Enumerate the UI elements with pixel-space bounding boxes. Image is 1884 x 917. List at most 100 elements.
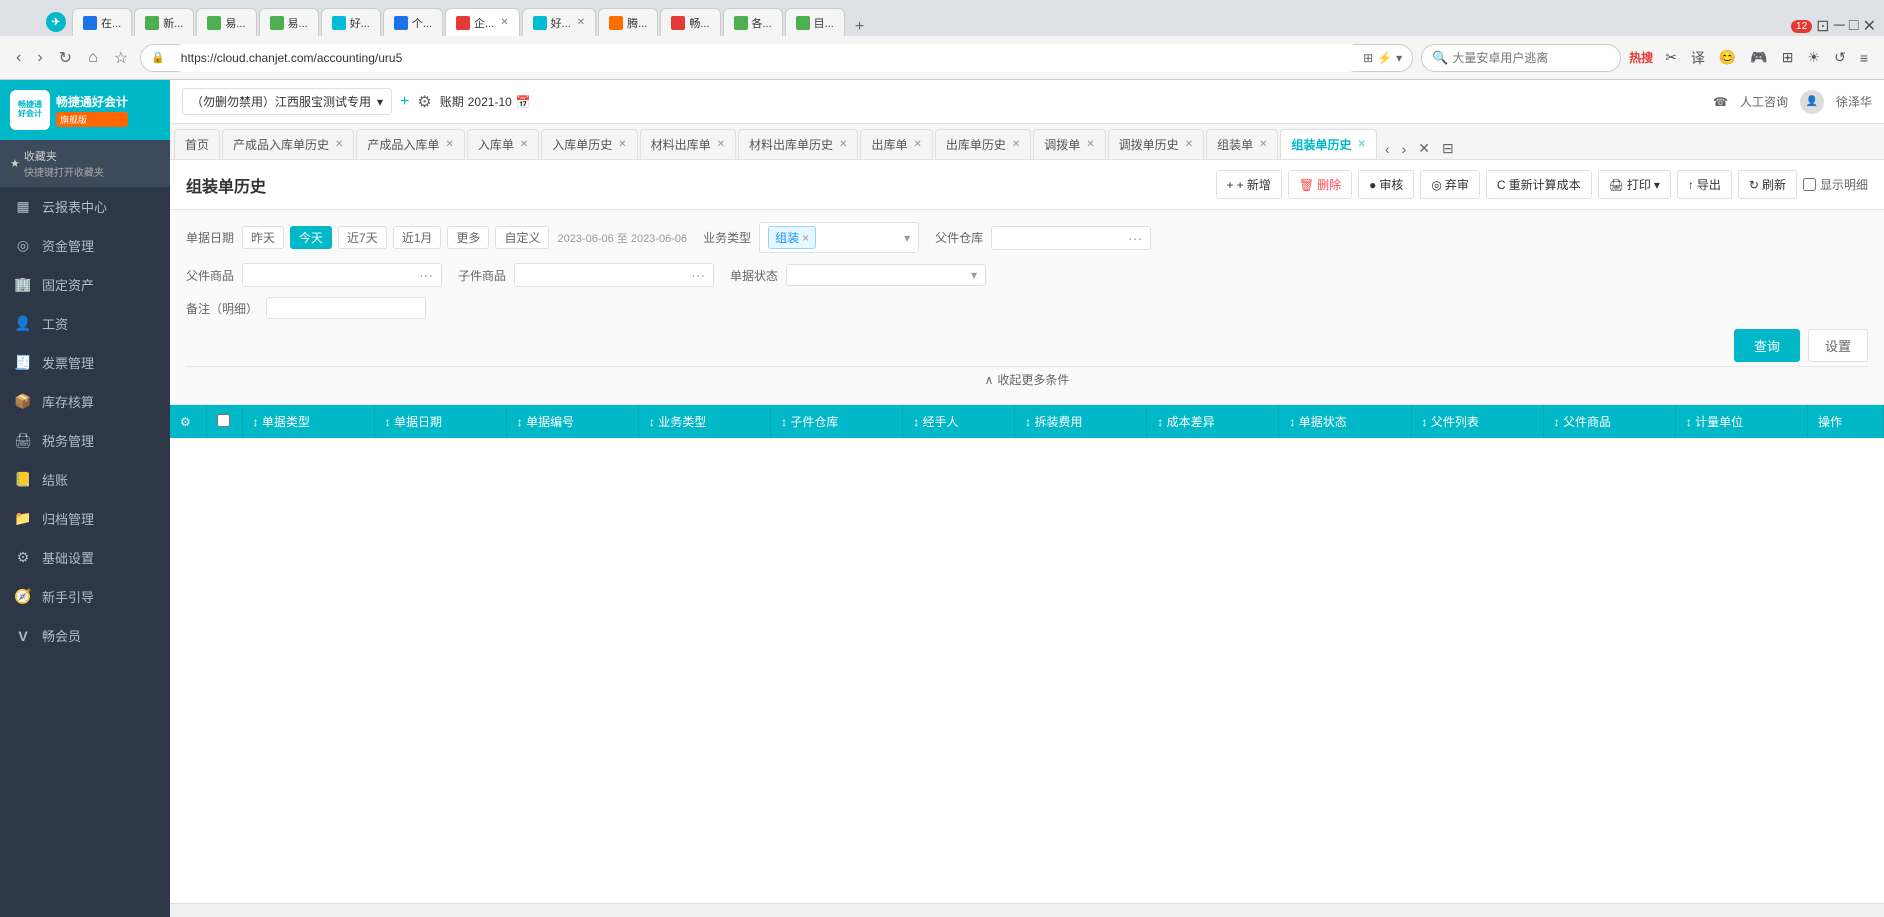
- th-checkbox[interactable]: [206, 405, 242, 438]
- tab-close-8[interactable]: ✕: [577, 17, 585, 28]
- page-tab-inbound-history[interactable]: 入库单历史 ✕: [541, 129, 637, 159]
- th-parent-list[interactable]: ↕ 父件列表: [1411, 405, 1543, 438]
- forward-button[interactable]: ›: [33, 45, 46, 71]
- th-handler[interactable]: ↕ 经手人: [903, 405, 1015, 438]
- display-detail-checkbox[interactable]: [1803, 178, 1816, 191]
- recalculate-button[interactable]: C 重新计算成本: [1486, 170, 1592, 199]
- custom-date-button[interactable]: 自定义: [495, 226, 549, 249]
- export-button[interactable]: ↑ 导出: [1677, 170, 1732, 199]
- page-tab-close-finished-history[interactable]: ✕: [335, 139, 343, 150]
- browser-tab-2[interactable]: 新...: [134, 8, 194, 36]
- tab-close-current-button[interactable]: ✕: [1412, 138, 1436, 159]
- browser-tab-3[interactable]: 易...: [196, 8, 256, 36]
- boost-icon[interactable]: ⚡: [1377, 51, 1392, 65]
- page-tab-close-outbound[interactable]: ✕: [913, 139, 921, 150]
- abandon-button[interactable]: ◎ 弃审: [1420, 170, 1480, 199]
- audit-button[interactable]: ● 审核: [1358, 170, 1414, 199]
- page-tab-close-assemble[interactable]: ✕: [1259, 139, 1267, 150]
- page-tab-close-finished[interactable]: ✕: [445, 139, 453, 150]
- select-all-checkbox[interactable]: [217, 414, 230, 427]
- user-label[interactable]: 徐泽华: [1836, 93, 1872, 110]
- page-tab-outbound[interactable]: 出库单 ✕: [860, 129, 932, 159]
- maximize-button[interactable]: □: [1849, 17, 1859, 35]
- sidebar-item-inventory[interactable]: 📦 库存核算: [0, 382, 170, 421]
- th-bill-type[interactable]: ↕ 单据类型: [242, 405, 374, 438]
- more-date-button[interactable]: 更多: [447, 226, 489, 249]
- add-account-button[interactable]: +: [400, 93, 409, 111]
- page-tab-close-outbound-history[interactable]: ✕: [1012, 139, 1020, 150]
- page-tab-close-inbound[interactable]: ✕: [520, 139, 528, 150]
- th-cost-diff[interactable]: ↕ 成本差异: [1147, 405, 1279, 438]
- game-icon[interactable]: 🎮: [1746, 45, 1771, 70]
- collapse-button[interactable]: ∧ 收起更多条件: [186, 366, 1868, 392]
- yesterday-button[interactable]: 昨天: [242, 226, 284, 249]
- grid-icon[interactable]: ⊞: [1778, 45, 1798, 70]
- add-button[interactable]: + + 新增: [1216, 170, 1282, 199]
- hot-search-label[interactable]: 热搜: [1629, 49, 1653, 66]
- table-settings-icon[interactable]: ⚙: [180, 415, 191, 429]
- th-child-warehouse[interactable]: ↕ 子件仓库: [771, 405, 903, 438]
- browser-tab-6[interactable]: 个...: [383, 8, 443, 36]
- sidebar-item-archive[interactable]: 📁 归档管理: [0, 499, 170, 538]
- browser-tab-12[interactable]: 目...: [785, 8, 845, 36]
- filter-settings-button[interactable]: 设置: [1808, 329, 1868, 362]
- th-disassemble-fee[interactable]: ↕ 拆装费用: [1015, 405, 1147, 438]
- page-tab-inbound[interactable]: 入库单 ✕: [467, 129, 539, 159]
- sidebar-item-close-account[interactable]: 📒 结账: [0, 460, 170, 499]
- th-bill-no[interactable]: ↕ 单据编号: [506, 405, 638, 438]
- th-bill-status[interactable]: ↕ 单据状态: [1279, 405, 1411, 438]
- page-tab-close-inbound-history[interactable]: ✕: [618, 139, 626, 150]
- th-bill-date[interactable]: ↕ 单据日期: [374, 405, 506, 438]
- back-button[interactable]: ‹: [12, 45, 25, 71]
- sidebar-item-salary[interactable]: 👤 工资: [0, 304, 170, 343]
- page-tab-finished-history[interactable]: 产成品入库单历史 ✕: [222, 129, 354, 159]
- page-tab-home[interactable]: 首页: [174, 129, 220, 159]
- browser-tab-5[interactable]: 好...: [321, 8, 381, 36]
- sidebar-item-guide[interactable]: 🧭 新手引导: [0, 577, 170, 616]
- search-input[interactable]: [1452, 51, 1572, 65]
- new-tab-button[interactable]: +: [847, 18, 872, 36]
- delete-button[interactable]: 🗑 删除: [1288, 170, 1352, 199]
- home-button[interactable]: ⌂: [84, 45, 102, 71]
- sidebar-item-cash[interactable]: ◎ 资金管理: [0, 226, 170, 265]
- th-unit[interactable]: ↕ 计量单位: [1675, 405, 1807, 438]
- biz-type-dropdown-icon[interactable]: ▾: [904, 231, 910, 245]
- page-tab-close-material-out[interactable]: ✕: [717, 139, 725, 150]
- browser-settings-icon[interactable]: ≡: [1856, 46, 1872, 70]
- sidebar-item-settings[interactable]: ⚙ 基础设置: [0, 538, 170, 577]
- page-tab-close-material-out-history[interactable]: ✕: [839, 139, 847, 150]
- child-goods-more-btn[interactable]: ···: [691, 267, 705, 283]
- scroll-bar-area[interactable]: [170, 903, 1884, 917]
- period-selector[interactable]: 账期 2021-10 📅: [440, 93, 531, 110]
- sidebar-item-tax[interactable]: 🖨 税务管理: [0, 421, 170, 460]
- print-button[interactable]: 🖨 打印 ▾: [1598, 170, 1671, 199]
- refresh-button[interactable]: ↻ 刷新: [1738, 170, 1797, 199]
- emoji-icon[interactable]: 😊: [1715, 45, 1740, 70]
- parent-goods-more-btn[interactable]: ···: [419, 267, 433, 283]
- sidebar-item-cloud-report[interactable]: ▦ 云报表中心: [0, 187, 170, 226]
- th-settings[interactable]: ⚙: [170, 405, 206, 438]
- cut-icon[interactable]: ✂: [1661, 45, 1681, 70]
- th-parent-goods[interactable]: ↕ 父件商品: [1543, 405, 1675, 438]
- page-tab-close-transfer-history[interactable]: ✕: [1185, 139, 1193, 150]
- page-tab-assemble[interactable]: 组装单 ✕: [1206, 129, 1278, 159]
- close-button[interactable]: ✕: [1863, 16, 1876, 36]
- favorites-section[interactable]: ★ 收藏夹 快捷键打开收藏夹: [0, 140, 170, 187]
- page-tab-finished[interactable]: 产成品入库单 ✕: [356, 129, 464, 159]
- translate-icon[interactable]: 译: [1687, 44, 1709, 72]
- settings-gear-icon[interactable]: ⚙: [417, 92, 431, 112]
- page-tab-material-out-history[interactable]: 材料出库单历史 ✕: [738, 129, 858, 159]
- last7days-button[interactable]: 近7天: [338, 226, 387, 249]
- bookmark-button[interactable]: ☆: [110, 44, 132, 72]
- help-label[interactable]: 人工咨询: [1740, 93, 1788, 110]
- page-tab-outbound-history[interactable]: 出库单历史 ✕: [935, 129, 1031, 159]
- address-dropdown-icon[interactable]: ▾: [1396, 51, 1402, 65]
- bill-status-dropdown-icon[interactable]: ▾: [971, 268, 977, 282]
- browser-tab-7[interactable]: 企... ✕: [445, 8, 520, 36]
- tab-more-button[interactable]: ⊟: [1436, 138, 1460, 159]
- sun-icon[interactable]: ☀: [1804, 45, 1825, 70]
- tab-close-7[interactable]: ✕: [500, 17, 508, 28]
- browser-tab-4[interactable]: 易...: [259, 8, 319, 36]
- reload-button[interactable]: ↻: [55, 44, 76, 72]
- last1month-button[interactable]: 近1月: [393, 226, 442, 249]
